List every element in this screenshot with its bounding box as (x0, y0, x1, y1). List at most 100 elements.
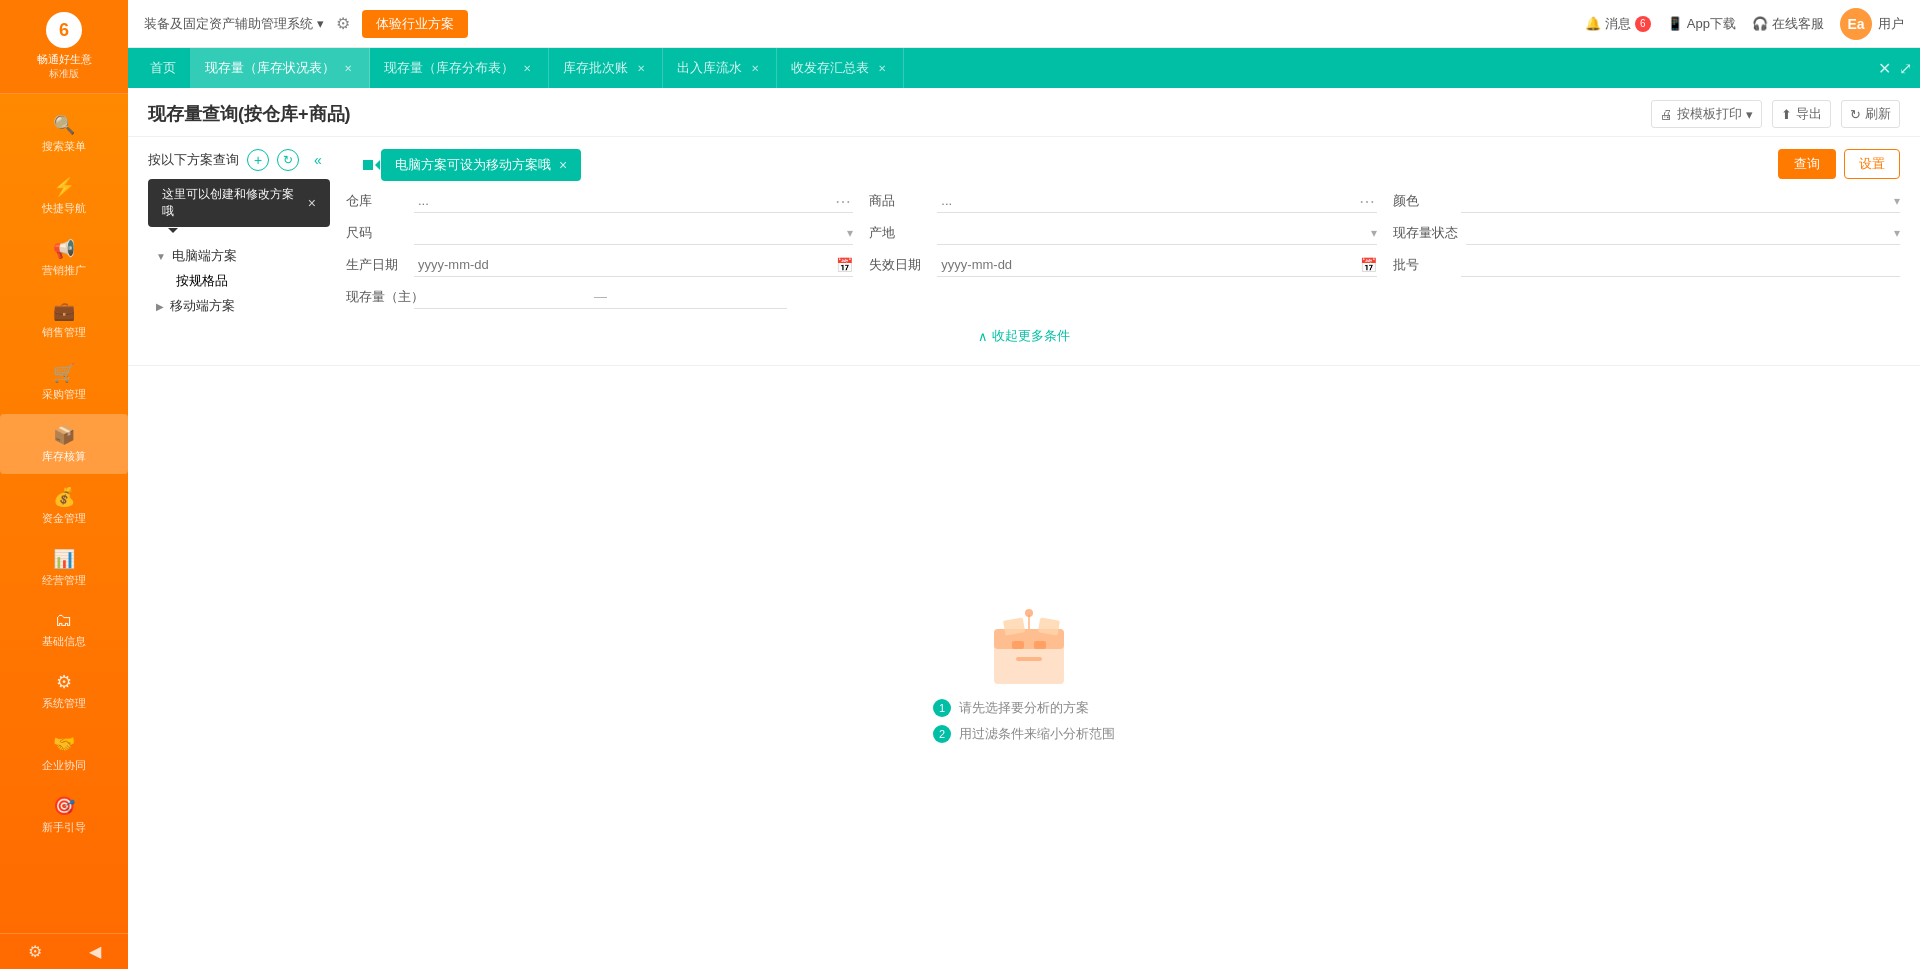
sidebar-item-label: 营销推广 (42, 263, 86, 278)
chevron-down-icon: ▾ (317, 16, 324, 31)
sidebar-item-search[interactable]: 🔍 搜索菜单 (0, 104, 128, 164)
warehouse-more-icon[interactable]: ⋯ (835, 192, 853, 210)
origin-dropdown-icon[interactable]: ▾ (1371, 226, 1377, 240)
prod-date-calendar-icon[interactable]: 📅 (836, 257, 853, 273)
stock-main-to-input[interactable] (611, 285, 787, 308)
tab-close-inventory-dist[interactable]: ✕ (520, 61, 534, 75)
exp-date-calendar-icon[interactable]: 📅 (1360, 257, 1377, 273)
tab-inout-flow[interactable]: 出入库流水 ✕ (663, 48, 777, 88)
refresh-icon: ↻ (1850, 107, 1861, 122)
bell-icon: 🔔 (1585, 16, 1601, 31)
scheme-by-spec[interactable]: 按规格品 (168, 269, 330, 293)
product-input-wrap[interactable]: ⋯ (937, 189, 1376, 213)
warehouse-input[interactable] (414, 189, 831, 212)
sidebar-item-inventory[interactable]: 📦 库存核算 (0, 414, 128, 474)
stock-main-input-wrap[interactable]: — (414, 285, 787, 309)
system-selector[interactable]: 装备及固定资产辅助管理系统 ▾ (144, 15, 324, 33)
scheme-tooltip-close[interactable]: × (308, 195, 316, 211)
printer-icon: 🖨 (1660, 107, 1673, 122)
sidebar-item-label: 搜索菜单 (42, 139, 86, 154)
color-input[interactable] (1461, 189, 1890, 212)
online-support-action[interactable]: 🎧 在线客服 (1752, 15, 1824, 33)
stock-status-input-wrap[interactable]: ▾ (1466, 221, 1900, 245)
handshake-icon: 🤝 (53, 733, 75, 755)
svg-rect-6 (1016, 657, 1042, 661)
scheme-mobile[interactable]: ▶ 移动端方案 (148, 293, 330, 319)
tab-close-receipt-summary[interactable]: ✕ (875, 61, 889, 75)
tab-inventory-status[interactable]: 现存量（库存状况表） ✕ (191, 48, 370, 88)
sidebar-collapse-btn[interactable]: ◀ (89, 942, 101, 961)
step-1-num: 1 (933, 699, 951, 717)
user-initial-badge: Ea (1840, 8, 1872, 40)
sidebar-item-finance[interactable]: 💰 资金管理 (0, 476, 128, 536)
product-label: 商品 (869, 192, 929, 210)
filter-refresh-scheme-btn[interactable]: ↻ (277, 149, 299, 171)
batch-no-input-wrap[interactable] (1461, 253, 1900, 277)
messages-action[interactable]: 🔔 消息 6 (1585, 15, 1651, 33)
sidebar-item-enterprise[interactable]: 🤝 企业协同 (0, 723, 128, 783)
tab-receipt-summary-label: 收发存汇总表 (791, 59, 869, 77)
origin-input-wrap[interactable]: ▾ (937, 221, 1376, 245)
prod-date-input[interactable] (414, 253, 832, 276)
origin-input[interactable] (937, 221, 1366, 244)
filter-back-btn[interactable]: « (307, 149, 329, 171)
product-more-icon[interactable]: ⋯ (1359, 192, 1377, 210)
header-settings-icon[interactable]: ⚙ (336, 14, 350, 33)
tab-close-all-btn[interactable]: ✕ (1878, 59, 1891, 78)
color-label: 颜色 (1393, 192, 1453, 210)
tab-inventory-dist[interactable]: 现存量（库存分布表） ✕ (370, 48, 549, 88)
color-input-wrap[interactable]: ▾ (1461, 189, 1900, 213)
sidebar-footer: ⚙ ◀ (0, 933, 128, 969)
color-dropdown-icon[interactable]: ▾ (1894, 194, 1900, 208)
exp-date-input-wrap[interactable]: 📅 (937, 253, 1376, 277)
scheme-desktop[interactable]: ▼ 电脑端方案 (148, 243, 330, 269)
filter-header: 按以下方案查询 + ↻ « (148, 149, 330, 171)
template-print-btn[interactable]: 🖨 按模板打印 ▾ (1651, 100, 1762, 128)
search-button[interactable]: 查询 (1778, 149, 1836, 179)
stock-status-dropdown-icon[interactable]: ▾ (1894, 226, 1900, 240)
search-icon: 🔍 (53, 114, 75, 136)
export-btn[interactable]: ⬆ 导出 (1772, 100, 1831, 128)
settings-button[interactable]: 设置 (1844, 149, 1900, 179)
sidebar-nav: 🔍 搜索菜单 ⚡ 快捷导航 📢 营销推广 💼 销售管理 🛒 采购管理 📦 库存核… (0, 94, 128, 933)
sidebar-item-label: 企业协同 (42, 758, 86, 773)
user-avatar-area[interactable]: Ea 用户 (1840, 8, 1904, 40)
batch-no-input[interactable] (1461, 253, 1900, 276)
scheme-mobile-tooltip-close[interactable]: × (559, 157, 567, 173)
sidebar-settings-btn[interactable]: ⚙ (28, 942, 42, 961)
size-input-wrap[interactable]: ▾ (414, 221, 853, 245)
sidebar-item-system[interactable]: ⚙ 系统管理 (0, 661, 128, 721)
sidebar-item-base[interactable]: 🗂 基础信息 (0, 600, 128, 659)
stock-main-separator: — (594, 289, 607, 304)
sidebar-item-quick-nav[interactable]: ⚡ 快捷导航 (0, 166, 128, 226)
tab-close-inout-flow[interactable]: ✕ (748, 61, 762, 75)
stock-status-input[interactable] (1466, 221, 1890, 244)
tab-home[interactable]: 首页 (136, 48, 191, 88)
trial-button[interactable]: 体验行业方案 (362, 10, 468, 38)
empty-step-2: 2 用过滤条件来缩小分析范围 (933, 721, 1115, 747)
size-input[interactable] (414, 221, 843, 244)
scheme-mobile-tooltip-text: 电脑方案可设为移动方案哦 (395, 156, 551, 174)
tab-close-inventory-status[interactable]: ✕ (341, 61, 355, 75)
sidebar-item-ops[interactable]: 📊 经营管理 (0, 538, 128, 598)
app-download-action[interactable]: 📱 App下载 (1667, 15, 1736, 33)
sidebar-item-marketing[interactable]: 📢 营销推广 (0, 228, 128, 288)
refresh-btn[interactable]: ↻ 刷新 (1841, 100, 1900, 128)
size-dropdown-icon[interactable]: ▾ (847, 226, 853, 240)
exp-date-input[interactable] (937, 253, 1355, 276)
sidebar-item-purchase[interactable]: 🛒 采购管理 (0, 352, 128, 412)
prod-date-input-wrap[interactable]: 📅 (414, 253, 853, 277)
filter-stock-status: 现存量状态 ▾ (1393, 221, 1900, 245)
tab-close-batch-account[interactable]: ✕ (634, 61, 648, 75)
tab-batch-account[interactable]: 库存批次账 ✕ (549, 48, 663, 88)
step-1-text: 请先选择要分析的方案 (959, 695, 1089, 721)
sidebar-item-sales[interactable]: 💼 销售管理 (0, 290, 128, 350)
sidebar-item-guide[interactable]: 🎯 新手引导 (0, 785, 128, 845)
filter-add-scheme-btn[interactable]: + (247, 149, 269, 171)
warehouse-input-wrap[interactable]: ⋯ (414, 189, 853, 213)
tab-receipt-summary[interactable]: 收发存汇总表 ✕ (777, 48, 904, 88)
product-input[interactable] (937, 189, 1354, 212)
collapse-bar[interactable]: ∧ 收起更多条件 (148, 319, 1900, 353)
stock-main-from-input[interactable] (414, 285, 590, 308)
tab-expand-btn[interactable]: ⤢ (1899, 59, 1912, 78)
